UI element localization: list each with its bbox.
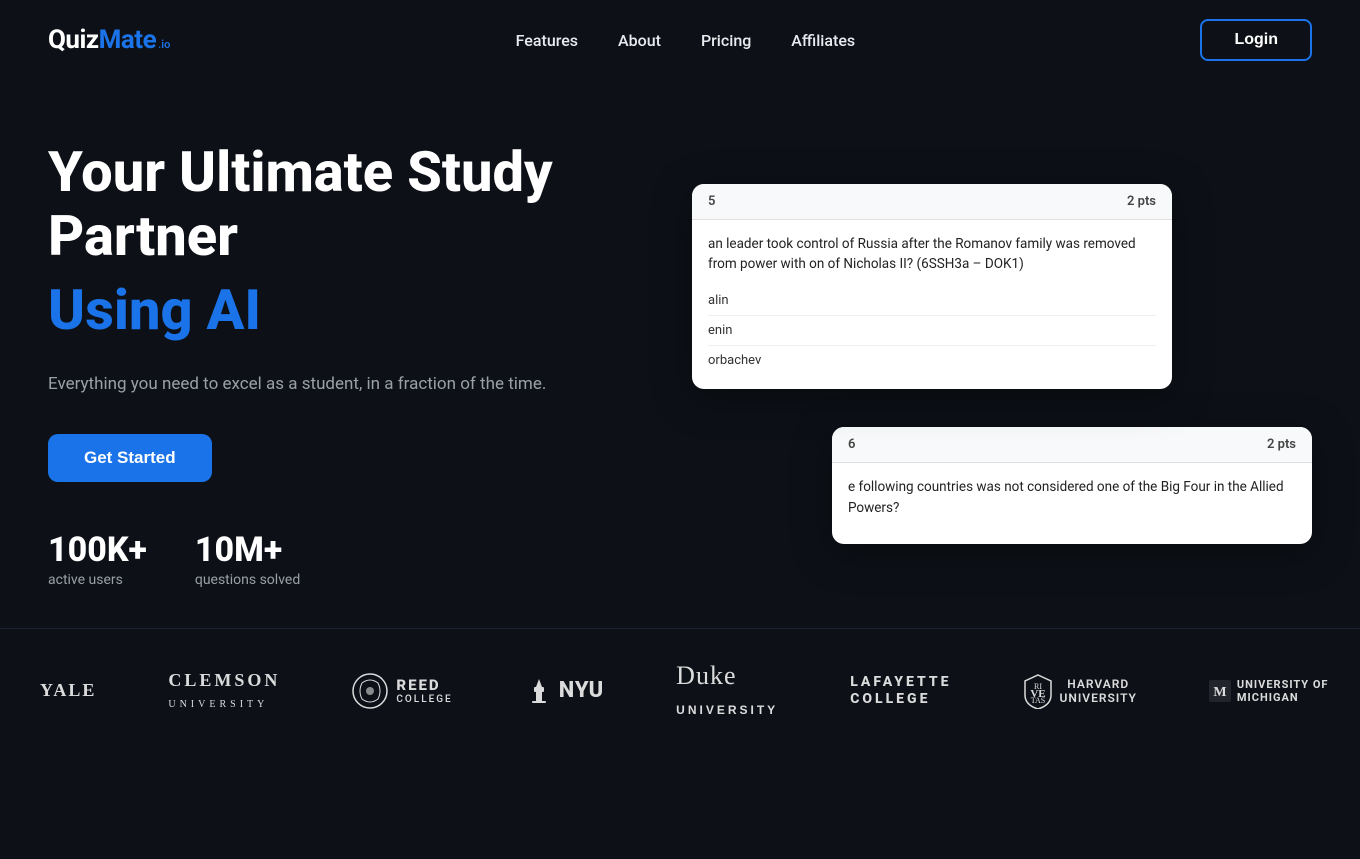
logo-quiz: Quiz [48, 25, 99, 55]
logos-strip: YALE CLEMSONUNIVERSITY REED COLLEGE [0, 628, 1360, 753]
quiz-card-back: 6 2 pts e following countries was not co… [832, 427, 1312, 544]
get-started-button[interactable]: Get Started [48, 434, 212, 482]
nav-links: Features About Pricing Affiliates [516, 31, 856, 50]
nav-pricing[interactable]: Pricing [701, 31, 751, 50]
card-main-header: 5 2 pts [692, 184, 1172, 220]
harvard-shield-icon: VE RI TAS [1023, 673, 1053, 709]
quiz-card-container: 6 2 pts e following countries was not co… [692, 184, 1312, 544]
card-main-pts: 2 pts [1127, 194, 1156, 209]
svg-text:RI: RI [1034, 682, 1042, 691]
hero-left: Your Ultimate Study Partner Using AI Eve… [48, 140, 553, 588]
hero-section: Your Ultimate Study Partner Using AI Eve… [0, 80, 1360, 628]
card-main-question: an leader took control of Russia after t… [708, 234, 1156, 275]
logo-clemson: CLEMSONUNIVERSITY [168, 670, 280, 712]
logo-duke: DukeUNIVERSITY [676, 661, 778, 721]
stat-users: 100K+ active users [48, 530, 147, 588]
logo-umich: M UNIVERSITY OFMICHIGAN [1209, 678, 1329, 704]
hero-right: 6 2 pts e following countries was not co… [553, 184, 1312, 544]
card-option-2[interactable]: orbachev [708, 346, 1156, 375]
svg-text:TAS: TAS [1031, 696, 1045, 705]
logo-mate: Mate [99, 25, 157, 55]
nav-features[interactable]: Features [516, 31, 578, 50]
card-back-num: 6 [848, 437, 855, 452]
umich-icon: M [1209, 680, 1231, 702]
quiz-card-main: 5 2 pts an leader took control of Russia… [692, 184, 1172, 390]
card-option-0[interactable]: alin [708, 286, 1156, 316]
stat-users-label: active users [48, 572, 147, 588]
card-main-body: an leader took control of Russia after t… [692, 220, 1172, 390]
hero-subtitle: Everything you need to excel as a studen… [48, 371, 553, 398]
card-back-header: 6 2 pts [832, 427, 1312, 463]
card-back-pts: 2 pts [1267, 437, 1296, 452]
hero-title: Your Ultimate Study Partner [48, 140, 553, 269]
logo-nyu: NYU [525, 677, 604, 705]
login-button[interactable]: Login [1200, 19, 1312, 61]
stat-users-number: 100K+ [48, 530, 147, 570]
hero-ai-text: Using AI [48, 277, 553, 343]
navbar: QuizMate .io Features About Pricing Affi… [0, 0, 1360, 80]
stat-questions: 10M+ questions solved [195, 530, 300, 588]
card-back-question: e following countries was not considered… [848, 477, 1296, 518]
stat-questions-label: questions solved [195, 572, 300, 588]
card-option-1[interactable]: enin [708, 316, 1156, 346]
stat-questions-number: 10M+ [195, 530, 300, 570]
stats-row: 100K+ active users 10M+ questions solved [48, 530, 553, 588]
card-back-body: e following countries was not considered… [832, 463, 1312, 544]
svg-text:M: M [1213, 685, 1226, 700]
nav-about[interactable]: About [618, 31, 661, 50]
card-main-num: 5 [708, 194, 715, 209]
nyu-torch-icon [525, 677, 553, 705]
logo-harvard: VE RI TAS HARVARDUNIVERSITY [1023, 673, 1136, 709]
nav-affiliates[interactable]: Affiliates [791, 31, 855, 50]
logos-inner: YALE CLEMSONUNIVERSITY REED COLLEGE [0, 661, 1360, 721]
logo-lafayette: LAFAYETTECOLLEGE [850, 674, 951, 708]
reed-emblem-icon [352, 673, 388, 709]
logo-io: .io [158, 38, 170, 51]
logo[interactable]: QuizMate .io [48, 25, 170, 55]
logo-yale: YALE [40, 680, 96, 701]
logo-reed: REED COLLEGE [352, 673, 452, 709]
